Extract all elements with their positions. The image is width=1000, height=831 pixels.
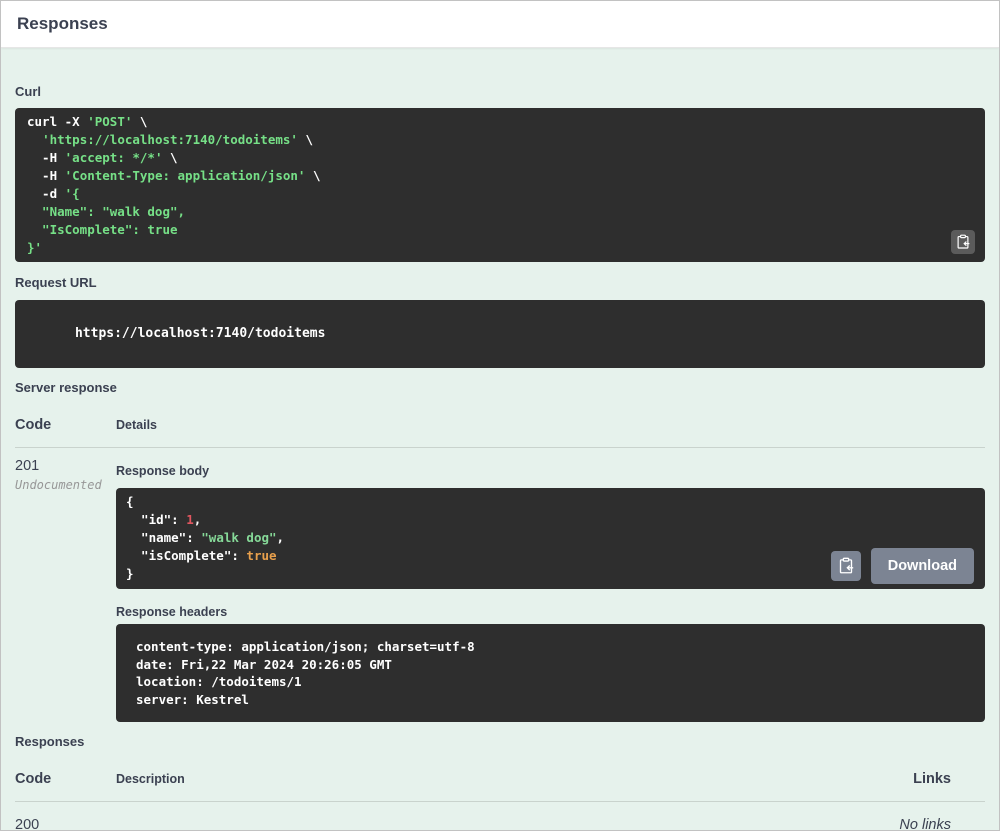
description-column-header: Description (116, 772, 185, 786)
clipboard-icon (955, 234, 971, 250)
curl-line: 'https://localhost:7140/todoitems' \ (42, 132, 313, 147)
responses-section-label: Responses (15, 734, 85, 749)
server-response-table-header: Code Details (15, 417, 985, 433)
clipboard-icon (837, 557, 855, 575)
response-header-line: server: Kestrel (136, 691, 249, 707)
status-code-cell: 201 Undocumented (15, 458, 116, 722)
response-headers-block: content-type: application/json; charset=… (116, 624, 985, 722)
details-column-header: Details (116, 418, 157, 432)
curl-command-block: curl -X 'POST' \ 'https://localhost:7140… (15, 108, 985, 262)
response-header-line: content-type: application/json; charset=… (136, 639, 475, 654)
response-headers-label: Response headers (116, 605, 228, 619)
response-header-line: date: Fri,22 Mar 2024 20:26:05 GMT (136, 656, 392, 672)
curl-line: "IsComplete": true (27, 222, 178, 237)
server-response-table: Code Details 201 Undocumented Response b… (15, 417, 985, 722)
request-url-value: https://localhost:7140/todoitems (74, 326, 326, 341)
server-response-row: 201 Undocumented Response body { "id": 1… (15, 448, 985, 722)
curl-line: -H 'accept: */*' \ (27, 150, 178, 165)
response-header-line: location: /todoitems/1 (136, 674, 302, 689)
copy-to-clipboard-button[interactable] (831, 551, 861, 581)
status-code: 201 (15, 458, 40, 474)
curl-label: Curl (15, 84, 41, 99)
request-url-label: Request URL (15, 275, 97, 290)
curl-line: curl -X 'POST' \ (27, 114, 148, 129)
code-column-header: Code (15, 417, 52, 433)
links-column-header: Links (913, 771, 951, 787)
panel-header: Responses (1, 1, 999, 48)
response-body-block: { "id": 1, "name": "walk dog", "isComple… (116, 488, 985, 589)
json-line: "id": 1, (126, 512, 202, 527)
responses-table: Code Description Links 200 No links (15, 771, 985, 831)
response-links: No links (899, 817, 951, 831)
copy-to-clipboard-button[interactable] (951, 230, 975, 254)
curl-command: curl -X 'POST' \ 'https://localhost:7140… (27, 113, 973, 257)
curl-line: "Name": "walk dog", (27, 204, 186, 219)
server-response-label: Server response (15, 380, 117, 395)
request-url-block: https://localhost:7140/todoitems (15, 300, 985, 368)
response-body-label: Response body (116, 464, 210, 478)
json-line: "name": "walk dog", (126, 530, 285, 545)
curl-line: -H 'Content-Type: application/json' \ (27, 168, 321, 183)
code-column-header: Code (15, 771, 52, 787)
panel-body: Curl curl -X 'POST' \ 'https://localhost… (1, 48, 999, 831)
panel-title: Responses (17, 14, 108, 33)
responses-table-header: Code Description Links (15, 771, 985, 787)
curl-line: }' (27, 240, 43, 255)
json-line: { (126, 494, 134, 509)
undocumented-note: Undocumented (15, 478, 102, 492)
responses-panel: Responses Curl curl -X 'POST' \ 'https:/… (0, 0, 1000, 831)
status-code: 200 (15, 817, 40, 831)
response-description (116, 817, 825, 830)
response-details-cell: Response body { "id": 1, "name": "walk d… (116, 458, 985, 722)
response-row-200: 200 No links (15, 802, 985, 831)
curl-line: -d '{ (27, 186, 80, 201)
download-button[interactable]: Download (870, 548, 974, 584)
